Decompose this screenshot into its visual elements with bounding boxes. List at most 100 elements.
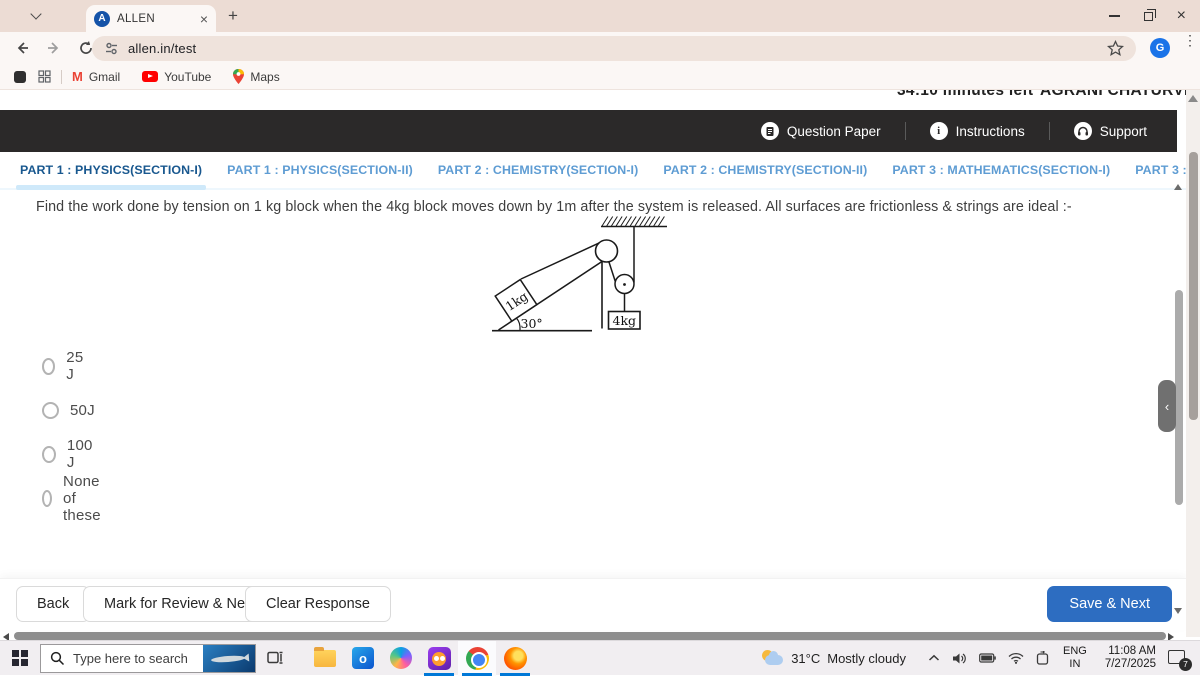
forward-icon[interactable] <box>44 38 64 58</box>
question-diagram: 1kg 4kg 30° <box>492 216 667 332</box>
youtube-icon <box>142 71 159 82</box>
bookmark-maps[interactable]: Maps <box>233 69 280 84</box>
support-button[interactable]: Support <box>1073 122 1147 140</box>
save-and-next-button[interactable]: Save & Next <box>1047 586 1172 622</box>
restore-button[interactable] <box>1143 8 1156 21</box>
url-text: allen.in/test <box>128 41 197 56</box>
language-indicator[interactable]: ENG IN <box>1063 645 1087 671</box>
firefox-button[interactable] <box>496 641 534 676</box>
browser-scroll-up-icon[interactable] <box>1188 95 1198 102</box>
horizontal-scrollbar-thumb[interactable] <box>14 632 1166 640</box>
tab-physics-section-1[interactable]: PART 1 : PHYSICS(SECTION-I) <box>15 163 207 190</box>
option-row-4[interactable]: None of these <box>42 473 108 524</box>
tab-mathematics-section-1[interactable]: PART 3 : MATHEMATICS(SECTION-I) <box>892 163 1110 177</box>
option-row-1[interactable]: 25 J <box>42 349 87 383</box>
chevron-left-icon: ‹ <box>1164 398 1170 414</box>
url-bar[interactable]: allen.in/test <box>92 36 1136 61</box>
site-settings-icon[interactable] <box>104 41 119 56</box>
phone-link-icon[interactable] <box>1036 651 1049 665</box>
copilot-button[interactable] <box>382 641 420 676</box>
region-code: IN <box>1069 658 1081 670</box>
language-code: ENG <box>1062 645 1087 657</box>
clear-response-button[interactable]: Clear Response <box>245 586 391 622</box>
instructions-button[interactable]: i Instructions <box>929 122 1025 140</box>
tab-chemistry-section-1[interactable]: PART 2 : CHEMISTRY(SECTION-I) <box>438 163 638 177</box>
chrome-button[interactable] <box>458 640 496 676</box>
fish-image <box>210 654 246 663</box>
option-4-label: None of these <box>63 472 101 524</box>
option-2-label: 50J <box>70 401 95 419</box>
option-row-3[interactable]: 100 J <box>42 437 96 471</box>
search-icon <box>50 651 65 665</box>
windows-logo-icon <box>12 650 28 666</box>
volume-icon[interactable] <box>952 652 967 665</box>
question-palette-toggle[interactable]: ‹ <box>1158 380 1176 432</box>
close-tab-icon[interactable]: × <box>200 12 208 26</box>
bookmark-youtube[interactable]: YouTube <box>142 70 211 84</box>
battery-icon[interactable] <box>979 653 996 663</box>
close-window-button[interactable]: × <box>1177 8 1186 24</box>
content-scroll-up-icon[interactable] <box>1174 184 1182 190</box>
notification-badge: 7 <box>1179 657 1192 671</box>
windows-taskbar: Type here to search o 31°C Mostly cloudy <box>0 640 1200 676</box>
clipped-header-row: 34:10 minutes left AGRANI CHATURVEDI <box>0 90 1186 107</box>
scroll-left-arrow-icon[interactable] <box>3 633 9 640</box>
bookmarks-bar: M Gmail YouTube Maps <box>0 64 1200 90</box>
hanging-block-label: 4kg <box>613 313 637 328</box>
fixed-pulley <box>594 239 619 263</box>
new-tab-button[interactable]: + <box>222 5 244 27</box>
copilot-icon <box>390 647 412 669</box>
taskbar-search-box[interactable]: Type here to search <box>40 643 256 673</box>
back-icon[interactable] <box>12 38 32 58</box>
browser-tab-strip: A ALLEN × + × <box>0 0 1200 32</box>
tab-search-chevron-icon[interactable] <box>28 8 44 24</box>
content-scroll-down-icon[interactable] <box>1174 608 1182 614</box>
angle-label: 30° <box>521 316 543 331</box>
wifi-icon[interactable] <box>1008 652 1024 664</box>
back-button[interactable]: Back <box>16 586 91 622</box>
scroll-right-arrow-icon[interactable] <box>1168 633 1174 640</box>
outlook-icon: o <box>352 647 374 669</box>
question-paper-icon <box>760 122 779 140</box>
browser-menu-icon[interactable]: ⋮ <box>1183 33 1197 47</box>
tab-mathematics-section-2[interactable]: PART 3 : MATHEMATICS(SECTION-II) <box>1135 163 1186 177</box>
browser-scrollbar-thumb[interactable] <box>1188 152 1198 420</box>
purple-emoji-app-button[interactable] <box>420 641 458 676</box>
start-button[interactable] <box>0 641 40 676</box>
option-row-2[interactable]: 50J <box>42 401 95 419</box>
option-3-radio[interactable] <box>42 445 56 463</box>
gmail-icon: M <box>72 69 83 84</box>
tab-physics-section-2[interactable]: PART 1 : PHYSICS(SECTION-II) <box>227 163 413 177</box>
file-explorer-button[interactable] <box>306 641 344 676</box>
search-highlight-image[interactable] <box>203 644 255 672</box>
notification-center-button[interactable]: 7 <box>1168 649 1192 671</box>
tab-chemistry-section-2[interactable]: PART 2 : CHEMISTRY(SECTION-II) <box>663 163 867 177</box>
option-2-radio[interactable] <box>42 401 59 419</box>
dark-favicon-icon[interactable] <box>14 70 26 83</box>
tray-chevron-up-icon[interactable] <box>928 654 940 662</box>
task-view-button[interactable] <box>256 641 294 676</box>
option-4-radio[interactable] <box>42 489 53 507</box>
apps-grid-icon[interactable] <box>38 70 51 83</box>
browser-toolbar: allen.in/test G ⋮ <box>0 32 1200 64</box>
outlook-button[interactable]: o <box>344 641 382 676</box>
info-icon: i <box>929 122 948 140</box>
search-placeholder: Type here to search <box>73 650 188 666</box>
profile-avatar[interactable]: G <box>1150 38 1170 58</box>
horizontal-scrollbar[interactable] <box>0 631 1186 640</box>
taskbar-clock[interactable]: 11:08 AM 7/27/2025 <box>1105 645 1156 672</box>
bookmark-gmail[interactable]: M Gmail <box>72 69 120 84</box>
bookmark-star-icon[interactable] <box>1107 40 1124 57</box>
allen-favicon-icon: A <box>94 10 110 27</box>
weather-widget[interactable]: 31°C Mostly cloudy <box>762 650 906 666</box>
browser-vertical-scrollbar[interactable] <box>1186 90 1200 637</box>
content-scrollbar-thumb[interactable] <box>1175 290 1183 505</box>
question-paper-button[interactable]: Question Paper <box>760 122 881 140</box>
tab-title: ALLEN <box>117 12 155 25</box>
maps-pin-icon <box>233 69 245 84</box>
minimize-button[interactable] <box>1108 15 1120 17</box>
question-footer: Back Mark for Review & Next Clear Respon… <box>0 578 1186 630</box>
option-1-radio[interactable] <box>42 357 56 375</box>
browser-tab[interactable]: A ALLEN × <box>86 5 216 32</box>
file-explorer-icon <box>314 646 336 667</box>
